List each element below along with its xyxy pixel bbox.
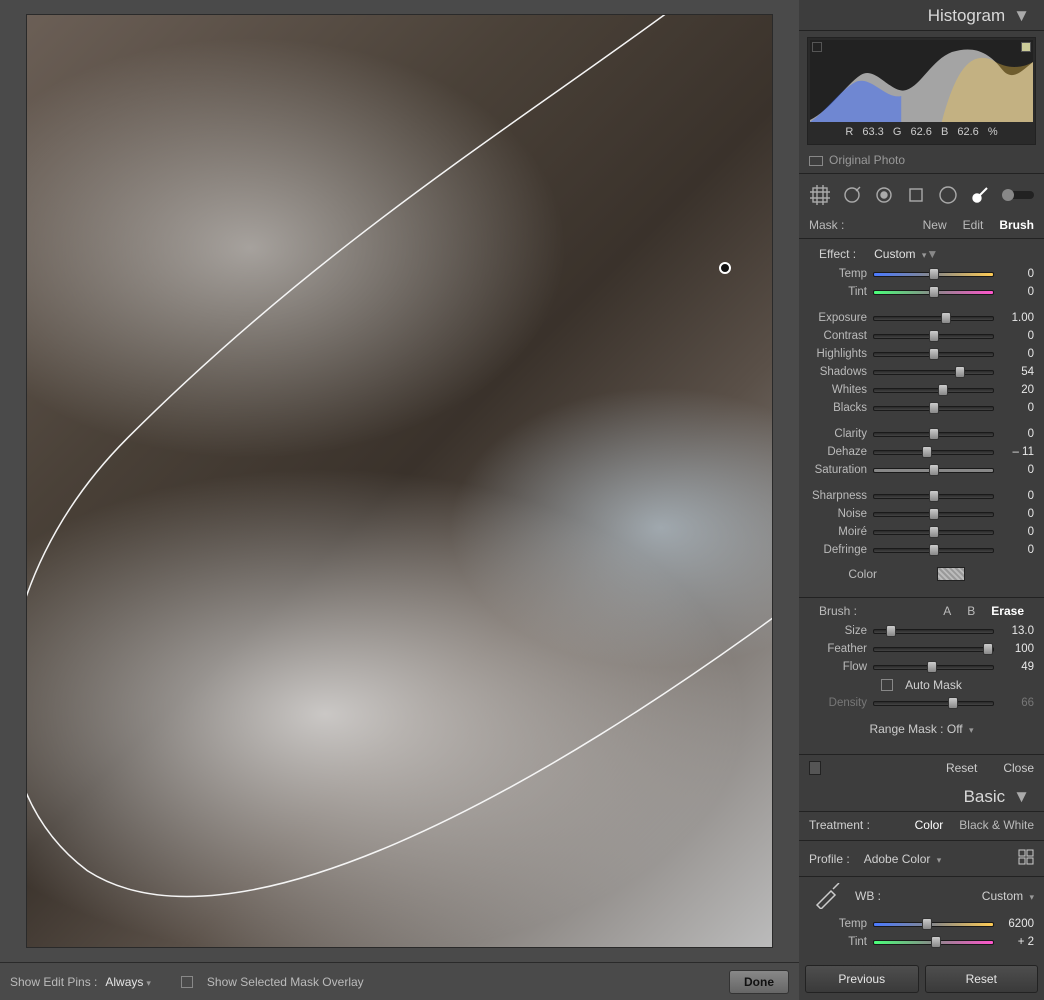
show-edit-pins-label: Show Edit Pins : xyxy=(10,975,97,989)
clarity-slider[interactable] xyxy=(873,427,994,441)
contrast-slider[interactable] xyxy=(873,329,994,343)
brush-a[interactable]: A xyxy=(943,604,951,618)
wb-label: WB : xyxy=(855,889,881,903)
profile-dropdown[interactable]: Adobe Color ▾ xyxy=(864,852,942,866)
rangemask-label: Range Mask : xyxy=(869,722,943,736)
radial-filter-tool-icon[interactable] xyxy=(937,184,959,206)
histogram-graph[interactable] xyxy=(810,40,1033,122)
brush-erase[interactable]: Erase xyxy=(991,604,1024,618)
basic-tint-slider[interactable] xyxy=(873,935,994,949)
panel-switch-toggle[interactable] xyxy=(1004,191,1034,199)
effect-collapse-icon[interactable]: ▼ xyxy=(926,247,938,261)
brush-flow-slider[interactable] xyxy=(873,660,994,674)
show-edit-pins-dropdown[interactable]: Always▾ xyxy=(105,975,151,989)
eyedropper-icon[interactable] xyxy=(809,883,845,909)
highlight-clip-icon[interactable] xyxy=(1021,42,1031,52)
reset-link[interactable]: Reset xyxy=(946,761,977,775)
spot-removal-tool-icon[interactable] xyxy=(841,184,863,206)
basic-panel-header[interactable]: Basic▼ xyxy=(799,781,1044,812)
sharpness-slider[interactable] xyxy=(873,489,994,503)
whites-slider[interactable] xyxy=(873,383,994,397)
profile-label: Profile : xyxy=(809,852,850,866)
treatment-bw[interactable]: Black & White xyxy=(959,818,1034,832)
temp-slider[interactable] xyxy=(873,267,994,281)
shadows-slider[interactable] xyxy=(873,365,994,379)
mask-brush[interactable]: Brush xyxy=(999,218,1034,232)
tint-slider[interactable] xyxy=(873,285,994,299)
color-swatch[interactable] xyxy=(937,567,965,581)
automask-checkbox[interactable] xyxy=(881,679,893,691)
mask-new[interactable]: New xyxy=(923,218,947,232)
brush-feather-slider[interactable] xyxy=(873,642,994,656)
previous-button[interactable]: Previous xyxy=(805,965,919,993)
adjustment-brush-tool-icon[interactable] xyxy=(969,184,991,206)
treatment-label: Treatment : xyxy=(809,818,870,832)
treatment-color[interactable]: Color xyxy=(915,818,944,832)
shadow-clip-icon[interactable] xyxy=(812,42,822,52)
original-photo-toggle[interactable]: Original Photo xyxy=(799,149,1044,171)
color-label: Color xyxy=(819,567,877,581)
reset-button[interactable]: Reset xyxy=(925,965,1039,993)
done-button[interactable]: Done xyxy=(729,970,789,994)
defringe-slider[interactable] xyxy=(873,543,994,557)
mask-label: Mask : xyxy=(809,218,844,232)
overlay-label: Show Selected Mask Overlay xyxy=(207,975,364,989)
effect-label: Effect : xyxy=(819,247,856,261)
bottom-toolbar: Show Edit Pins : Always▾ Show Selected M… xyxy=(0,962,799,1000)
mask-edit[interactable]: Edit xyxy=(963,218,984,232)
brush-size-slider[interactable] xyxy=(873,624,994,638)
blacks-slider[interactable] xyxy=(873,401,994,415)
panel-toggle-switch[interactable] xyxy=(809,761,821,775)
crop-tool-icon[interactable] xyxy=(809,184,831,206)
histogram-panel-header[interactable]: Histogram▼ xyxy=(799,0,1044,31)
close-link[interactable]: Close xyxy=(1003,761,1034,775)
dehaze-slider[interactable] xyxy=(873,445,994,459)
exposure-slider[interactable] xyxy=(873,311,994,325)
wb-dropdown[interactable]: Custom ▾ xyxy=(982,889,1034,903)
redeye-tool-icon[interactable] xyxy=(873,184,895,206)
moire-slider[interactable] xyxy=(873,525,994,539)
overlay-checkbox[interactable] xyxy=(181,976,193,988)
automask-label: Auto Mask xyxy=(905,678,962,692)
noise-slider[interactable] xyxy=(873,507,994,521)
brush-label: Brush : xyxy=(819,604,857,618)
basic-temp-slider[interactable] xyxy=(873,917,994,931)
rangemask-dropdown[interactable]: Off ▾ xyxy=(947,722,974,736)
highlights-slider[interactable] xyxy=(873,347,994,361)
saturation-slider[interactable] xyxy=(873,463,994,477)
profile-grid-icon[interactable] xyxy=(1018,849,1034,868)
brush-b[interactable]: B xyxy=(967,604,975,618)
graduated-filter-tool-icon[interactable] xyxy=(905,184,927,206)
photo-canvas[interactable] xyxy=(0,0,799,962)
brush-density-slider[interactable] xyxy=(873,696,994,710)
effect-dropdown[interactable]: Custom ▾ xyxy=(874,247,926,261)
rgb-readout: R 63.3 G 62.6 B 62.6 % xyxy=(810,122,1033,142)
edit-pin[interactable] xyxy=(719,262,731,274)
